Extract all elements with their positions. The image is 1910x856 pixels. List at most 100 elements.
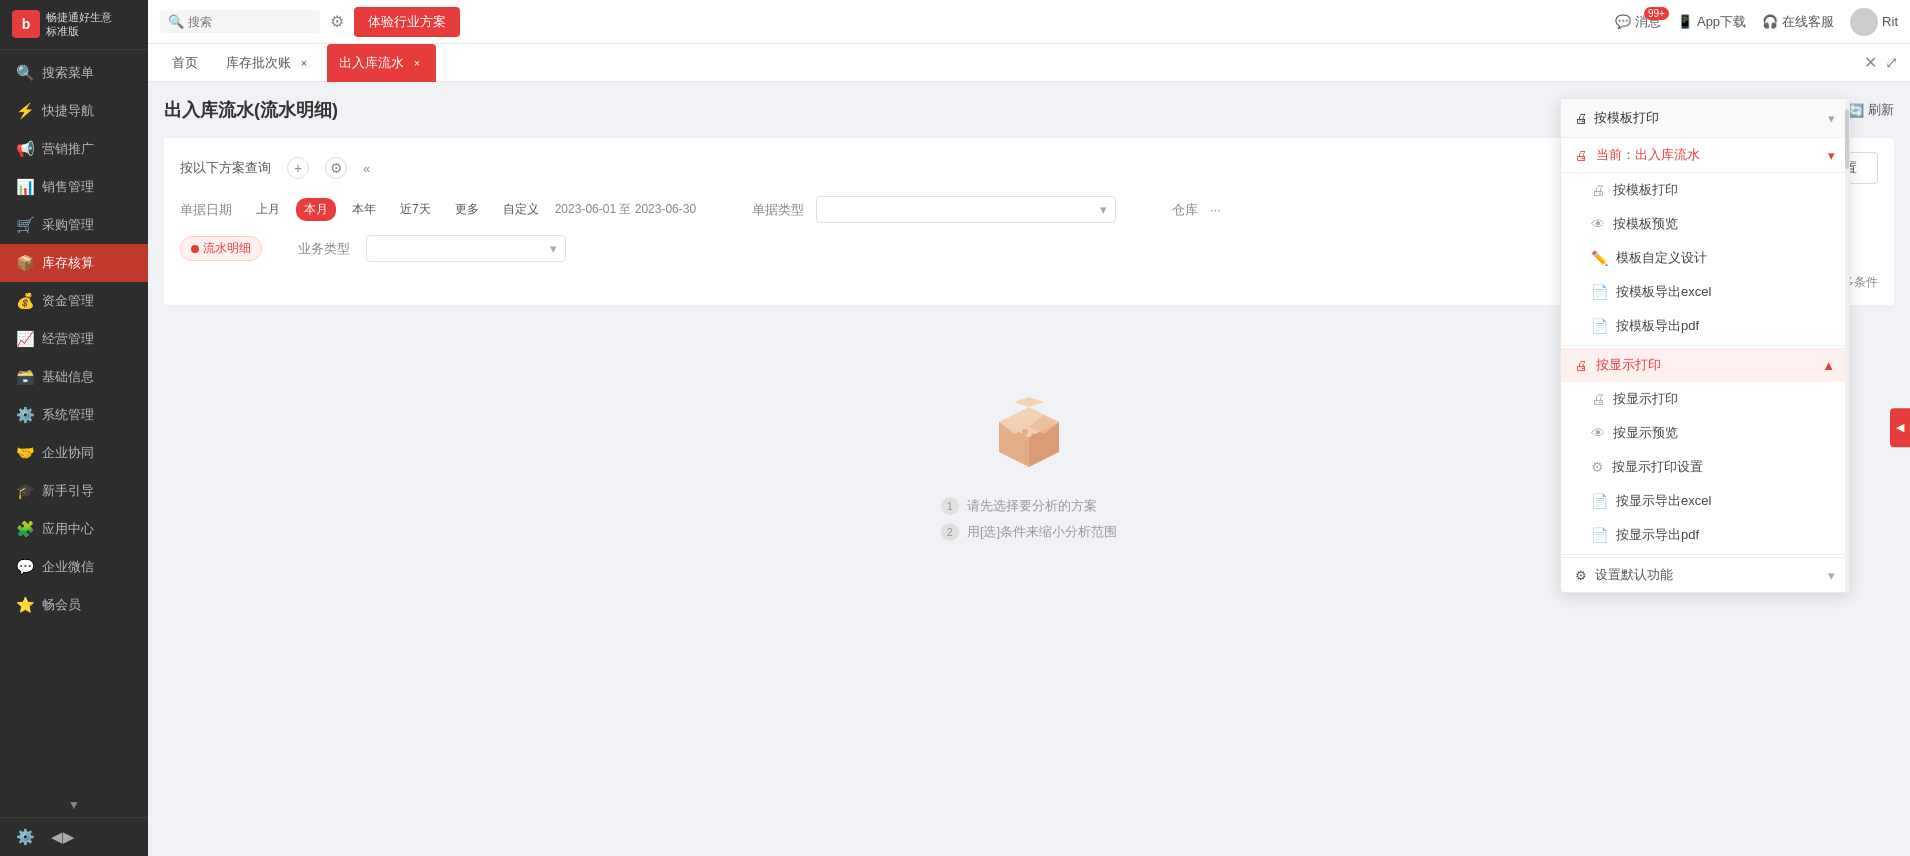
step-num-1: 1 — [941, 497, 959, 515]
refresh-btn[interactable]: 🔄 刷新 — [1848, 101, 1894, 119]
display-print-header-icon: 🖨 — [1575, 358, 1588, 373]
date-range: 2023-06-01 至 2023-06-30 — [555, 201, 696, 218]
nav-label-wechat: 企业微信 — [42, 558, 94, 576]
dropdown-template-print[interactable]: 🖨 按模板打印 — [1561, 173, 1849, 207]
app-download-btn[interactable]: 📱 App下载 — [1677, 13, 1746, 31]
dropdown-display-pdf[interactable]: 📄 按显示导出pdf — [1561, 518, 1849, 552]
date-custom[interactable]: 自定义 — [495, 198, 547, 221]
nav-label-marketing: 营销推广 — [42, 140, 94, 158]
tab-batch-close[interactable]: × — [297, 56, 311, 70]
nav-label-member: 畅会员 — [42, 596, 81, 614]
dropdown-current-label: 当前：出入库流水 — [1596, 146, 1700, 164]
nav-label-purchase: 采购管理 — [42, 216, 94, 234]
nav-label-collab: 企业协同 — [42, 444, 94, 462]
nav-icon-shortcut: ⚡ — [16, 102, 34, 120]
bottom-collapse-icon[interactable]: ◀▶ — [51, 828, 75, 846]
tab-flow-close[interactable]: × — [410, 56, 424, 70]
dropdown-printer-icon: 🖨 — [1575, 111, 1588, 126]
dropdown-current[interactable]: 🖨 当前：出入库流水 ▾ — [1561, 138, 1849, 173]
online-service-btn[interactable]: 🎧 在线客服 — [1762, 13, 1834, 31]
template-pdf-icon: 📄 — [1591, 318, 1608, 334]
biz-type-select[interactable]: ▾ — [366, 235, 566, 262]
filter-collapse-icon[interactable]: « — [363, 161, 370, 176]
tab-flow[interactable]: 出入库流水 × — [327, 44, 436, 82]
sidebar-item-guide[interactable]: 🎓 新手引导 — [0, 472, 148, 510]
sidebar-item-wechat[interactable]: 💬 企业微信 — [0, 548, 148, 586]
app-download-label: App下载 — [1697, 13, 1746, 31]
sidebar-item-basic[interactable]: 🗃️ 基础信息 — [0, 358, 148, 396]
sidebar-item-finance[interactable]: 💰 资金管理 — [0, 282, 148, 320]
warehouse-area: 仓库 ··· — [1172, 201, 1221, 219]
dropdown-display-print[interactable]: 🖨 按显示打印 — [1561, 382, 1849, 416]
display-settings-icon: ⚙ — [1591, 459, 1604, 475]
sidebar-item-sales[interactable]: 📊 销售管理 — [0, 168, 148, 206]
right-edge-btn[interactable]: ◀ — [1890, 408, 1910, 447]
sidebar-item-system[interactable]: ⚙️ 系统管理 — [0, 396, 148, 434]
display-excel-label: 按显示导出excel — [1616, 492, 1711, 510]
tab-home[interactable]: 首页 — [160, 44, 210, 82]
sidebar-item-inventory[interactable]: 📦 库存核算 — [0, 244, 148, 282]
dropdown-display-preview[interactable]: 👁 按显示预览 — [1561, 416, 1849, 450]
date-this-year[interactable]: 本年 — [344, 198, 384, 221]
user-avatar-area[interactable]: Rit — [1850, 8, 1898, 36]
sidebar-item-member[interactable]: ⭐ 畅会员 — [0, 586, 148, 624]
refresh-label: 刷新 — [1868, 101, 1894, 119]
logo-icon: b — [12, 10, 40, 38]
topbar-search-wrap[interactable]: 🔍 — [160, 10, 320, 33]
filter-add-btn[interactable]: + — [287, 157, 309, 179]
dropdown-template-preview[interactable]: 👁 按模板预览 — [1561, 207, 1849, 241]
sidebar-item-shortcut[interactable]: ⚡ 快捷导航 — [0, 92, 148, 130]
logo-sub: 标准版 — [46, 24, 112, 38]
dropdown-header-title: 🖨 按模板打印 — [1575, 109, 1659, 127]
trial-btn[interactable]: 体验行业方案 — [354, 7, 460, 37]
sidebar-item-operation[interactable]: 📈 经营管理 — [0, 320, 148, 358]
tab-close-icon[interactable]: ✕ — [1864, 53, 1877, 72]
notifications-btn[interactable]: 💬 消息 99+ — [1615, 13, 1661, 31]
dropdown-display-settings[interactable]: ⚙ 按显示打印设置 — [1561, 450, 1849, 484]
date-last-month[interactable]: 上月 — [248, 198, 288, 221]
sidebar-item-collab[interactable]: 🤝 企业协同 — [0, 434, 148, 472]
sidebar-item-purchase[interactable]: 🛒 采购管理 — [0, 206, 148, 244]
filter-settings-btn[interactable]: ⚙ — [325, 157, 347, 179]
date-this-month[interactable]: 本月 — [296, 198, 336, 221]
tab-expand-icon[interactable]: ⤢ — [1885, 53, 1898, 72]
date-more[interactable]: 更多 — [447, 198, 487, 221]
nav-label-finance: 资金管理 — [42, 292, 94, 310]
display-print-label: 按显示打印 — [1613, 390, 1678, 408]
notification-icon: 💬 — [1615, 14, 1631, 29]
dropdown-template-pdf[interactable]: 📄 按模板导出pdf — [1561, 309, 1849, 343]
bill-type-area: 单据类型 ▾ — [752, 196, 1116, 223]
nav-label-shortcut: 快捷导航 — [42, 102, 94, 120]
sidebar-item-apps[interactable]: 🧩 应用中心 — [0, 510, 148, 548]
date-last7[interactable]: 近7天 — [392, 198, 439, 221]
search-icon: 🔍 — [168, 14, 184, 29]
dropdown-footer[interactable]: ⚙ 设置默认功能 ▾ — [1561, 557, 1849, 592]
dropdown-current-icon: 🖨 — [1575, 148, 1588, 163]
tag-dot — [191, 245, 199, 253]
warehouse-more-icon[interactable]: ··· — [1210, 202, 1221, 217]
dropdown-display-excel[interactable]: 📄 按显示导出excel — [1561, 484, 1849, 518]
dropdown-template-customize[interactable]: ✏️ 模板自定义设计 — [1561, 241, 1849, 275]
topbar-right: 💬 消息 99+ 📱 App下载 🎧 在线客服 Rit — [1615, 8, 1898, 36]
nav-label-operation: 经营管理 — [42, 330, 94, 348]
dropdown-divider-2 — [1561, 554, 1849, 555]
sidebar-item-search[interactable]: 🔍 搜索菜单 — [0, 54, 148, 92]
sidebar-scroll-down[interactable]: ▼ — [0, 798, 148, 812]
dropdown-template-excel[interactable]: 📄 按模板导出excel — [1561, 275, 1849, 309]
bottom-settings-icon[interactable]: ⚙️ — [16, 828, 35, 846]
display-print-header-label: 按显示打印 — [1596, 356, 1661, 374]
dropdown-panel: 🖨 按模板打印 ▾ 🖨 当前：出入库流水 ▾ 🖨 按模板打印 👁 按模板预览 ✏… — [1560, 98, 1850, 593]
display-print-header-content: 🖨 按显示打印 — [1575, 356, 1661, 374]
topbar-gear-icon[interactable]: ⚙ — [330, 12, 344, 31]
tab-batch[interactable]: 库存批次账 × — [214, 44, 323, 82]
svg-point-6 — [1022, 429, 1028, 435]
dropdown-header-chevron[interactable]: ▾ — [1828, 111, 1835, 126]
logo-name: 畅捷通好生意 — [46, 10, 112, 24]
bill-type-select[interactable]: ▾ — [816, 196, 1116, 223]
dropdown-display-print-header[interactable]: 🖨 按显示打印 ▲ — [1561, 348, 1849, 382]
tab-batch-label: 库存批次账 — [226, 54, 291, 72]
date-label: 单据日期 — [180, 201, 232, 219]
sidebar-item-marketing[interactable]: 📢 营销推广 — [0, 130, 148, 168]
flow-detail-tag[interactable]: 流水明细 — [180, 236, 262, 261]
topbar-search-input[interactable] — [188, 15, 308, 29]
